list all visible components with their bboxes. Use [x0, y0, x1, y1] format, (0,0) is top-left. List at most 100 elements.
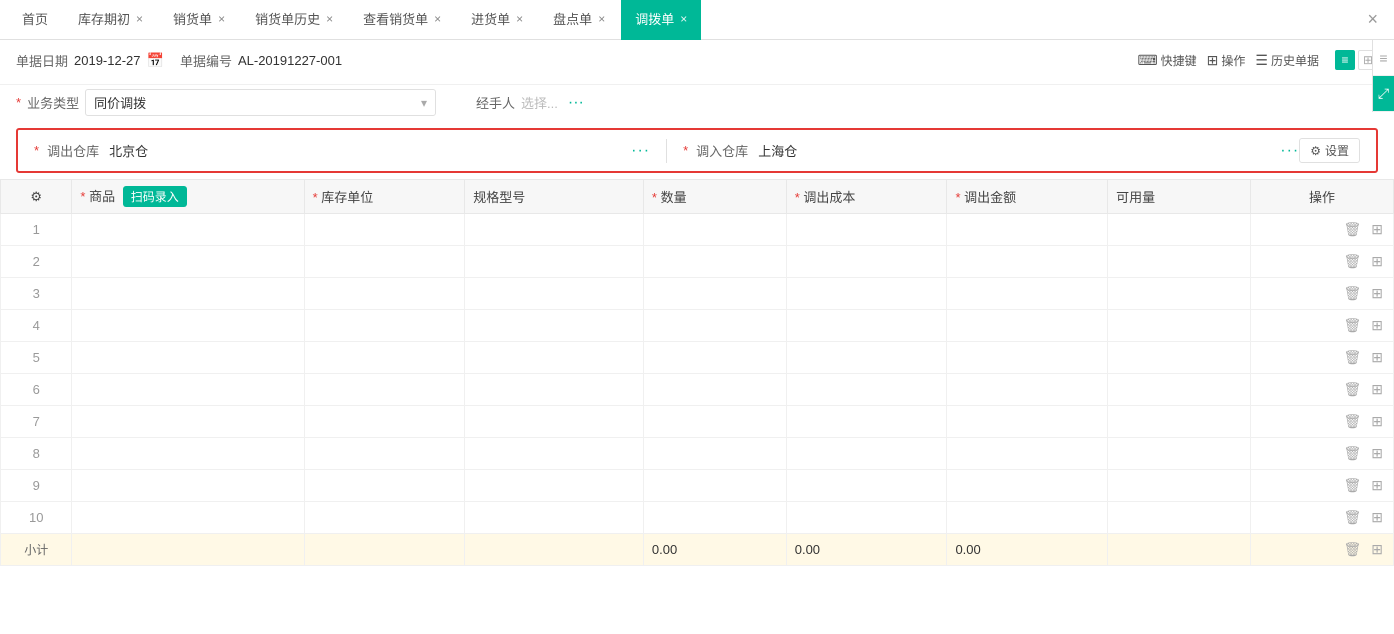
tab-close-inventory-check[interactable]: ×	[598, 12, 605, 26]
row-qty-1[interactable]	[643, 214, 786, 246]
row-goods-8[interactable]	[72, 438, 304, 470]
tab-close-inventory-init[interactable]: ×	[136, 12, 143, 26]
row-amount-10[interactable]	[947, 502, 1108, 534]
row-delete-icon-9[interactable]: 🗑	[1341, 475, 1363, 496]
tab-inventory-check[interactable]: 盘点单 ×	[539, 0, 619, 40]
row-cost-10[interactable]	[786, 502, 947, 534]
row-qty-5[interactable]	[643, 342, 786, 374]
row-copy-icon-4[interactable]: ⊞	[1369, 315, 1385, 336]
row-delete-icon-10[interactable]: 🗑	[1341, 507, 1363, 528]
row-amount-2[interactable]	[947, 246, 1108, 278]
table-area[interactable]: ⚙ * 商品 扫码录入 * 库存单位 规格型号 * 数量	[0, 179, 1394, 634]
row-amount-1[interactable]	[947, 214, 1108, 246]
warehouse-out-more-btn[interactable]: ···	[631, 142, 650, 160]
history-btn[interactable]: ☰ 历史单据	[1255, 52, 1319, 69]
row-unit-7[interactable]	[304, 406, 465, 438]
col-header-gear[interactable]: ⚙	[1, 180, 72, 214]
tab-close-view-sales[interactable]: ×	[434, 12, 441, 26]
row-qty-6[interactable]	[643, 374, 786, 406]
row-cost-9[interactable]	[786, 470, 947, 502]
handler-more-btn[interactable]: ···	[568, 94, 584, 112]
row-copy-icon-5[interactable]: ⊞	[1369, 347, 1385, 368]
tab-sales-order[interactable]: 销货单 ×	[159, 0, 239, 40]
row-goods-1[interactable]	[72, 214, 304, 246]
close-all-tabs[interactable]: ×	[1359, 9, 1386, 30]
subtotal-copy-icon[interactable]: ⊞	[1369, 539, 1385, 560]
row-cost-2[interactable]	[786, 246, 947, 278]
tab-sales-history[interactable]: 销货单历史 ×	[241, 0, 347, 40]
row-copy-icon-6[interactable]: ⊞	[1369, 379, 1385, 400]
row-unit-1[interactable]	[304, 214, 465, 246]
row-copy-icon-2[interactable]: ⊞	[1369, 251, 1385, 272]
row-cost-7[interactable]	[786, 406, 947, 438]
row-spec-3[interactable]	[465, 278, 644, 310]
row-spec-7[interactable]	[465, 406, 644, 438]
row-qty-7[interactable]	[643, 406, 786, 438]
row-amount-7[interactable]	[947, 406, 1108, 438]
row-spec-5[interactable]	[465, 342, 644, 374]
row-spec-10[interactable]	[465, 502, 644, 534]
tab-close-transfer-order[interactable]: ×	[680, 12, 687, 26]
row-unit-4[interactable]	[304, 310, 465, 342]
tab-view-sales[interactable]: 查看销货单 ×	[349, 0, 455, 40]
row-spec-4[interactable]	[465, 310, 644, 342]
row-qty-9[interactable]	[643, 470, 786, 502]
row-goods-9[interactable]	[72, 470, 304, 502]
tab-close-purchase-order[interactable]: ×	[516, 12, 523, 26]
row-unit-3[interactable]	[304, 278, 465, 310]
row-copy-icon-10[interactable]: ⊞	[1369, 507, 1385, 528]
row-spec-2[interactable]	[465, 246, 644, 278]
tab-transfer-order[interactable]: 调拨单 ×	[621, 0, 701, 40]
tab-inventory-init[interactable]: 库存期初 ×	[64, 0, 157, 40]
row-spec-1[interactable]	[465, 214, 644, 246]
row-goods-10[interactable]	[72, 502, 304, 534]
tab-home[interactable]: 首页	[8, 0, 62, 40]
row-copy-icon-7[interactable]: ⊞	[1369, 411, 1385, 432]
row-qty-2[interactable]	[643, 246, 786, 278]
row-amount-4[interactable]	[947, 310, 1108, 342]
sidebar-expand-icon[interactable]: ⤢	[1373, 76, 1394, 112]
handler-select[interactable]: 选择...	[521, 93, 558, 112]
layout-btn-1[interactable]: ≡	[1335, 50, 1355, 70]
row-goods-3[interactable]	[72, 278, 304, 310]
row-cost-1[interactable]	[786, 214, 947, 246]
row-spec-8[interactable]	[465, 438, 644, 470]
row-amount-3[interactable]	[947, 278, 1108, 310]
row-goods-5[interactable]	[72, 342, 304, 374]
tab-close-sales-history[interactable]: ×	[326, 12, 333, 26]
row-unit-6[interactable]	[304, 374, 465, 406]
row-cost-3[interactable]	[786, 278, 947, 310]
row-spec-6[interactable]	[465, 374, 644, 406]
row-delete-icon-5[interactable]: 🗑	[1341, 347, 1363, 368]
business-type-select[interactable]: 同价调拨 ▾	[85, 89, 436, 116]
row-copy-icon-9[interactable]: ⊞	[1369, 475, 1385, 496]
row-goods-4[interactable]	[72, 310, 304, 342]
row-unit-8[interactable]	[304, 438, 465, 470]
row-copy-icon-3[interactable]: ⊞	[1369, 283, 1385, 304]
row-goods-7[interactable]	[72, 406, 304, 438]
row-delete-icon-8[interactable]: 🗑	[1341, 443, 1363, 464]
scan-btn[interactable]: 扫码录入	[123, 186, 187, 207]
row-amount-5[interactable]	[947, 342, 1108, 374]
row-amount-9[interactable]	[947, 470, 1108, 502]
row-copy-icon-8[interactable]: ⊞	[1369, 443, 1385, 464]
row-unit-5[interactable]	[304, 342, 465, 374]
row-qty-10[interactable]	[643, 502, 786, 534]
settings-button[interactable]: ⚙ 设置	[1299, 138, 1360, 163]
subtotal-delete-icon[interactable]: 🗑	[1341, 539, 1363, 560]
operate-btn[interactable]: ⊞ 操作	[1207, 52, 1246, 69]
tab-close-sales-order[interactable]: ×	[218, 12, 225, 26]
row-amount-8[interactable]	[947, 438, 1108, 470]
row-cost-8[interactable]	[786, 438, 947, 470]
row-unit-2[interactable]	[304, 246, 465, 278]
warehouse-in-more-btn[interactable]: ···	[1280, 142, 1299, 160]
row-copy-icon-1[interactable]: ⊞	[1369, 219, 1385, 240]
row-delete-icon-2[interactable]: 🗑	[1341, 251, 1363, 272]
row-cost-6[interactable]	[786, 374, 947, 406]
row-delete-icon-7[interactable]: 🗑	[1341, 411, 1363, 432]
row-amount-6[interactable]	[947, 374, 1108, 406]
row-qty-4[interactable]	[643, 310, 786, 342]
row-delete-icon-3[interactable]: 🗑	[1341, 283, 1363, 304]
row-goods-2[interactable]	[72, 246, 304, 278]
row-delete-icon-4[interactable]: 🗑	[1341, 315, 1363, 336]
